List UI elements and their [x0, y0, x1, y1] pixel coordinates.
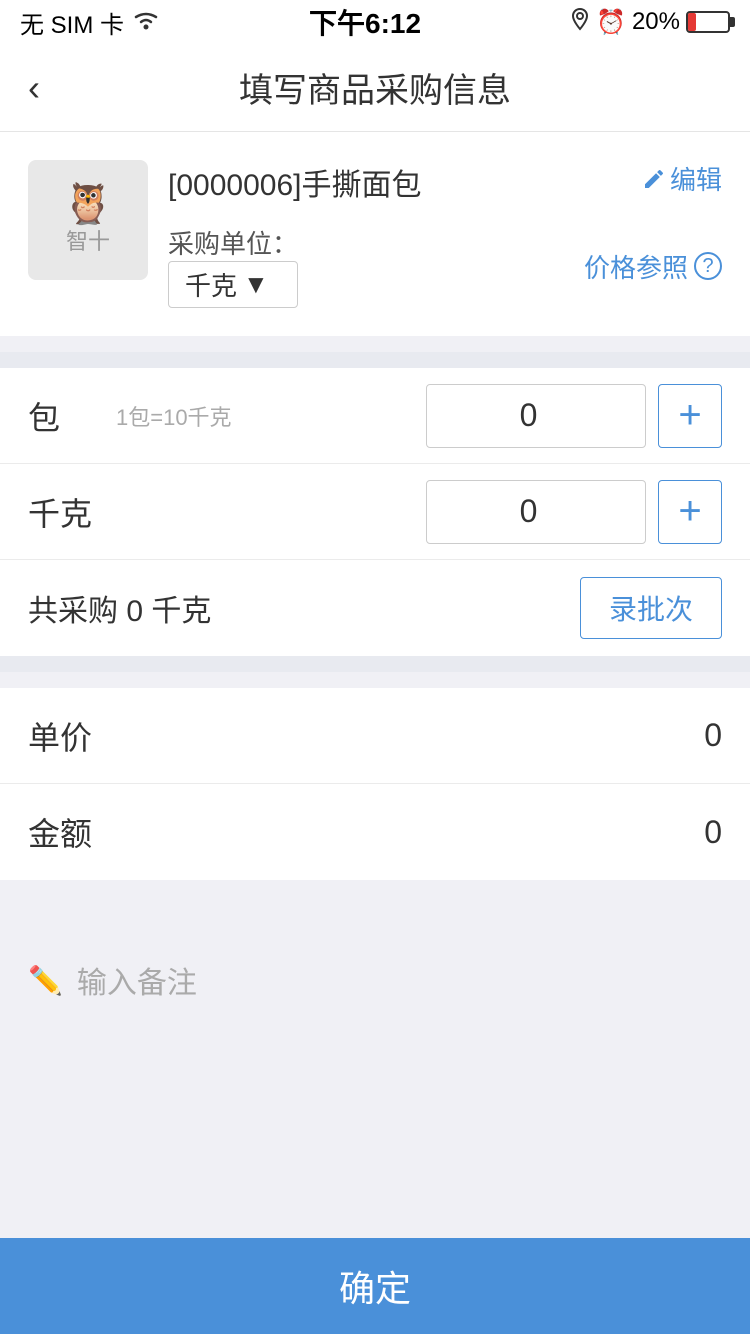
- product-info: [0000006]手撕面包 编辑 采购单位： 千克 ▼ 价格: [168, 160, 722, 308]
- battery-icon: [686, 11, 730, 33]
- unit-price-row: 单价 0: [0, 688, 750, 784]
- battery-label: 20%: [632, 8, 680, 36]
- status-right: ⏰ 20%: [570, 7, 730, 38]
- unit-row-left: 采购单位： 千克 ▼: [168, 224, 298, 308]
- brand-owl-icon: 🦉: [63, 184, 113, 224]
- product-header: [0000006]手撕面包 编辑: [168, 160, 722, 204]
- section-divider-2: [0, 656, 750, 672]
- amount-label: 金额: [28, 809, 92, 855]
- product-name: [0000006]手撕面包: [168, 160, 642, 204]
- product-unit-row: 采购单位： 千克 ▼ 价格参照 ?: [168, 224, 722, 308]
- status-bar: 无 SIM 卡 下午6:12 ⏰ 20%: [0, 0, 750, 44]
- summary-row: 共采购 0 千克 录批次: [0, 560, 750, 656]
- input-section: 包 1包=10千克 + 千克 + 共采购 0 千克 录批次: [0, 368, 750, 656]
- status-left: 无 SIM 卡: [20, 5, 160, 40]
- amount-row: 金额 0: [0, 784, 750, 880]
- notes-placeholder: 输入备注: [77, 958, 197, 1002]
- confirm-button[interactable]: 确定: [339, 1260, 411, 1312]
- bag-quantity-input[interactable]: [426, 384, 646, 448]
- brand-label: 智十: [66, 224, 110, 256]
- price-section: 单价 0 金额 0: [0, 688, 750, 880]
- price-ref-label: 价格参照: [584, 248, 688, 285]
- info-icon: ?: [694, 252, 722, 280]
- summary-unit: 千克: [151, 595, 211, 628]
- edit-label: 编辑: [670, 160, 722, 197]
- bag-label: 包: [28, 393, 108, 439]
- summary-amount: 0: [126, 595, 151, 628]
- dropdown-arrow: ▼: [243, 269, 269, 300]
- kg-row: 千克 +: [0, 464, 750, 560]
- summary-label: 共采购: [28, 595, 126, 628]
- page-title: 填写商品采购信息: [239, 63, 511, 112]
- unit-price-label: 单价: [28, 713, 92, 759]
- unit-value: 千克: [185, 266, 237, 303]
- edit-button[interactable]: 编辑: [642, 160, 722, 197]
- confirm-section[interactable]: 确定: [0, 1238, 750, 1334]
- section-divider-1: [0, 352, 750, 368]
- price-ref-button[interactable]: 价格参照 ?: [584, 248, 722, 285]
- alarm-icon: ⏰: [596, 8, 626, 37]
- bag-plus-button[interactable]: +: [658, 384, 722, 448]
- kg-quantity-input[interactable]: [426, 480, 646, 544]
- batch-button[interactable]: 录批次: [580, 577, 722, 639]
- amount-value: 0: [704, 814, 722, 851]
- kg-controls: +: [426, 480, 722, 544]
- nav-bar: ‹ 填写商品采购信息: [0, 44, 750, 132]
- carrier-label: 无 SIM 卡: [20, 5, 124, 40]
- kg-label: 千克: [28, 489, 108, 535]
- product-thumbnail: 🦉 智十: [28, 160, 148, 280]
- back-button[interactable]: ‹: [28, 67, 40, 109]
- notes-section[interactable]: ✏️ 输入备注: [0, 880, 750, 1080]
- kg-plus-button[interactable]: +: [658, 480, 722, 544]
- unit-select[interactable]: 千克 ▼: [168, 261, 298, 308]
- wifi-icon: [132, 8, 160, 37]
- bag-row: 包 1包=10千克 +: [0, 368, 750, 464]
- bag-hint: 1包=10千克: [116, 400, 232, 432]
- bag-controls: +: [426, 384, 722, 448]
- summary-text-group: 共采购 0 千克: [28, 586, 211, 630]
- unit-price-value: 0: [704, 717, 722, 754]
- location-icon: [570, 7, 590, 38]
- product-card: 🦉 智十 [0000006]手撕面包 编辑 采购单位： 千克 ▼: [0, 132, 750, 336]
- status-time: 下午6:12: [309, 2, 421, 42]
- pencil-icon: ✏️: [28, 964, 63, 997]
- main-content: 🦉 智十 [0000006]手撕面包 编辑 采购单位： 千克 ▼: [0, 132, 750, 1176]
- unit-label: 采购单位：: [168, 229, 298, 259]
